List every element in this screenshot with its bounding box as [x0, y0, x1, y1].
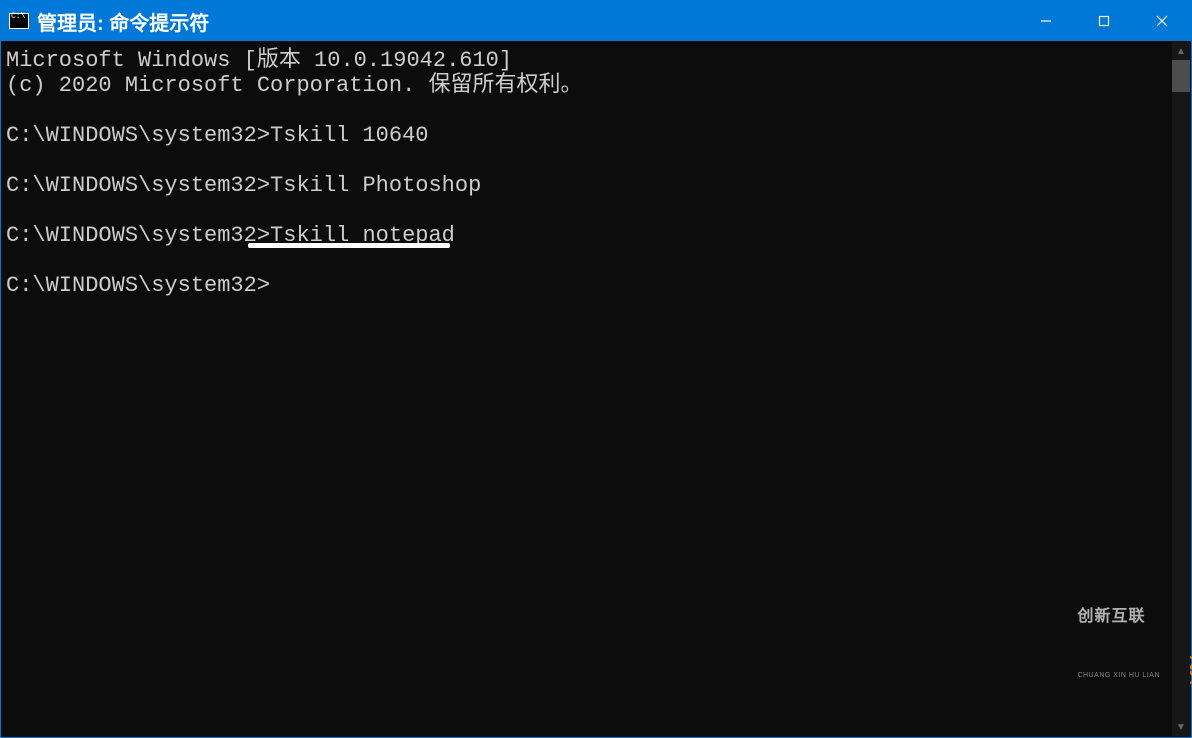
terminal-output[interactable]: Microsoft Windows [版本 10.0.19042.610] (c…	[2, 42, 1172, 736]
prompt-1: C:\WINDOWS\system32>Tskill 10640	[6, 123, 428, 148]
minimize-button[interactable]	[1017, 1, 1075, 41]
version-line: Microsoft Windows [版本 10.0.19042.610]	[6, 48, 512, 73]
copyright-line: (c) 2020 Microsoft Corporation. 保留所有权利。	[6, 73, 582, 98]
underline-annotation	[248, 243, 450, 248]
scroll-thumb[interactable]	[1172, 60, 1190, 92]
cmd-icon	[9, 13, 29, 29]
close-button[interactable]	[1133, 1, 1191, 41]
window-controls	[1017, 1, 1191, 41]
maximize-button[interactable]	[1075, 1, 1133, 41]
scroll-up-arrow-icon[interactable]: ▲	[1172, 42, 1190, 60]
window-title: 管理员: 命令提示符	[37, 7, 209, 36]
client-area: Microsoft Windows [版本 10.0.19042.610] (c…	[2, 42, 1190, 736]
prompt-4: C:\WINDOWS\system32>	[6, 273, 270, 298]
cmd-2: Tskill Photoshop	[270, 173, 481, 198]
watermark-logo-icon	[1041, 631, 1069, 659]
cmd-1: Tskill 10640	[270, 123, 428, 148]
titlebar[interactable]: 管理员: 命令提示符	[1, 1, 1191, 41]
watermark-main: 创新互联	[1077, 609, 1160, 626]
cmd-window: 管理员: 命令提示符 Microsoft Windows [版本 10.0.19…	[0, 0, 1192, 738]
vertical-scrollbar[interactable]: ▲ ▼	[1172, 42, 1190, 736]
watermark: 创新互联 CHUANG XIN HU LIAN	[1041, 563, 1160, 726]
scroll-down-arrow-icon[interactable]: ▼	[1172, 718, 1190, 736]
prompt-2: C:\WINDOWS\system32>Tskill Photoshop	[6, 173, 481, 198]
